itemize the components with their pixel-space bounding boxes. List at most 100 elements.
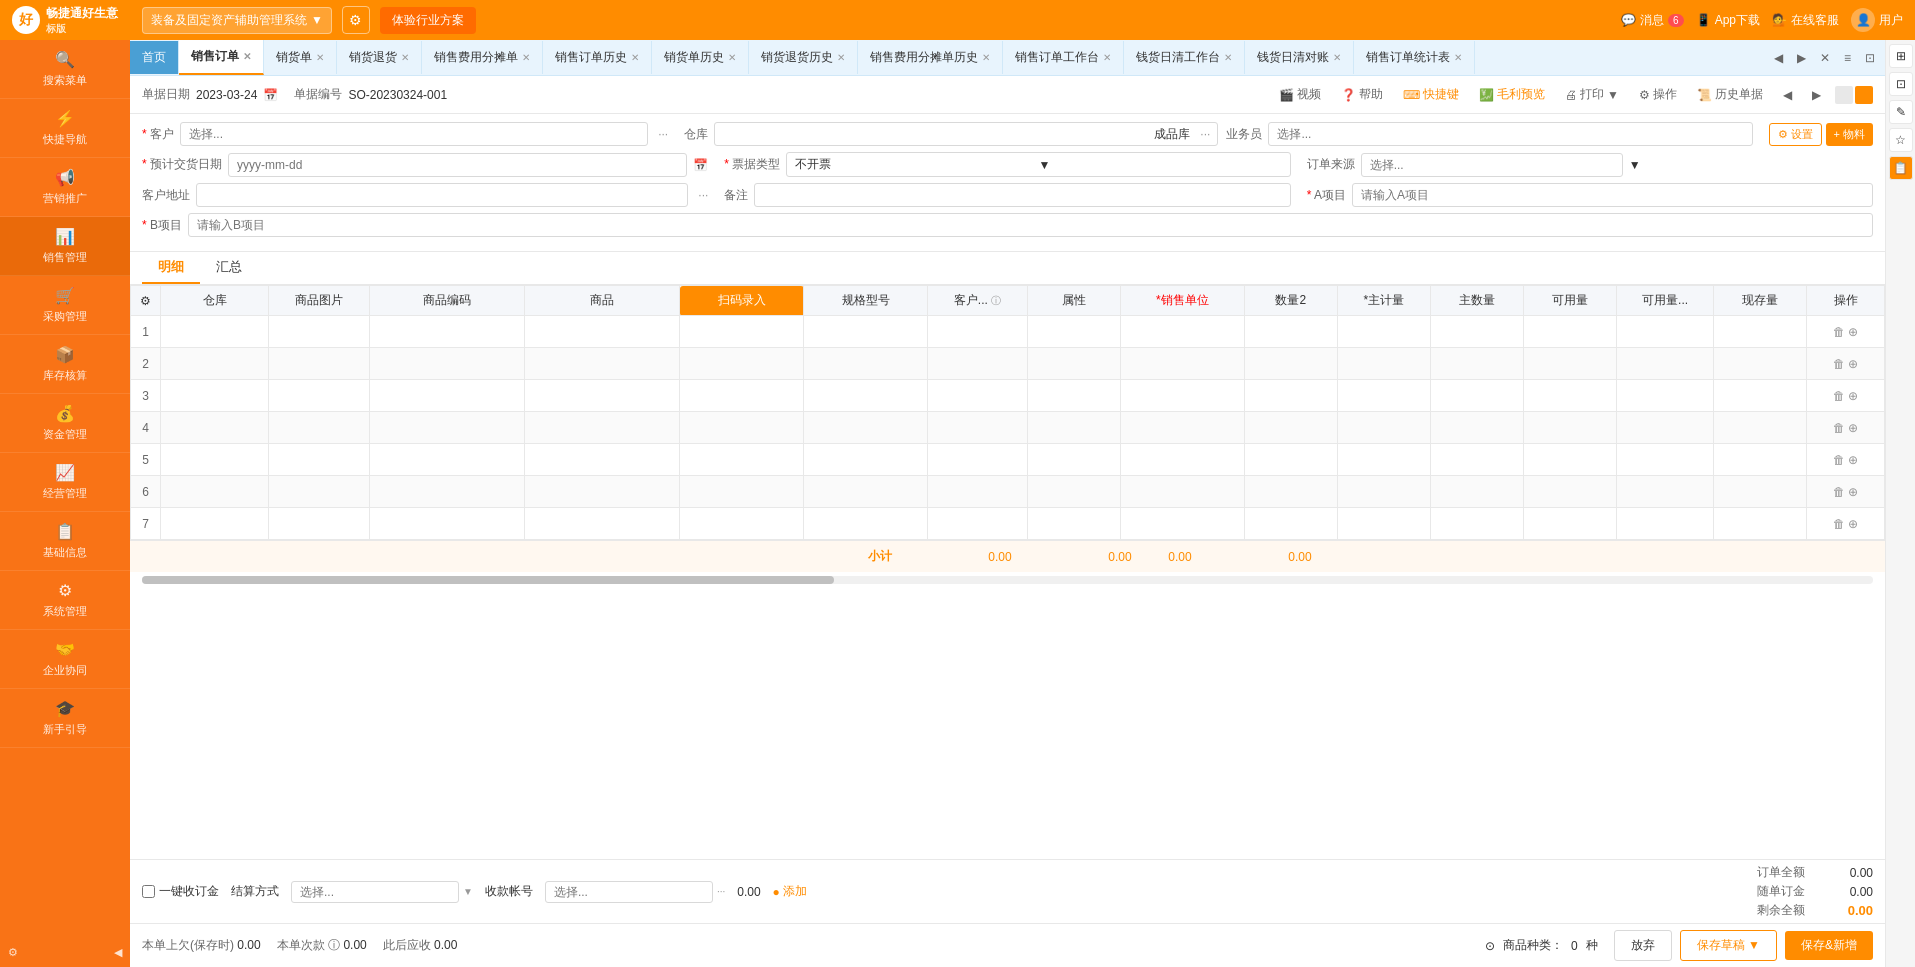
row-scan[interactable] [680, 508, 804, 540]
nav-next-btn[interactable]: ▶ [1806, 86, 1827, 104]
row-main-unit[interactable] [1337, 348, 1430, 380]
tab-close-sales-return-history[interactable]: ✕ [837, 52, 845, 63]
account-input[interactable] [545, 881, 713, 903]
row-available2[interactable] [1616, 476, 1714, 508]
row-attribute[interactable] [1027, 508, 1120, 540]
row-customer-code[interactable] [928, 380, 1028, 412]
row-sales-unit[interactable] [1120, 348, 1244, 380]
row-code[interactable] [370, 412, 525, 444]
row-available[interactable] [1523, 380, 1616, 412]
row-customer-code[interactable] [928, 348, 1028, 380]
row-scan[interactable] [680, 348, 804, 380]
tab-sales-expense-history[interactable]: 销售费用分摊单历史 ✕ [858, 41, 1003, 74]
th-image[interactable]: 商品图片 [269, 286, 370, 316]
row-sales-unit[interactable] [1120, 444, 1244, 476]
row-customer-code[interactable] [928, 444, 1028, 476]
row-stock[interactable] [1714, 508, 1807, 540]
th-attribute[interactable]: 属性 [1027, 286, 1120, 316]
row-image[interactable] [269, 476, 370, 508]
tab-sales-expense[interactable]: 销售费用分摊单 ✕ [422, 41, 543, 74]
row-qty2[interactable] [1244, 476, 1337, 508]
row-product[interactable] [525, 412, 680, 444]
row-attribute[interactable] [1027, 476, 1120, 508]
row-stock[interactable] [1714, 316, 1807, 348]
tab-sales-return-history[interactable]: 销货退货历史 ✕ [749, 41, 858, 74]
th-stock[interactable]: 现存量 [1714, 286, 1807, 316]
salesman-input[interactable] [1268, 122, 1752, 146]
row-image[interactable] [269, 380, 370, 412]
row-attribute[interactable] [1027, 348, 1120, 380]
a-project-input[interactable] [1352, 183, 1873, 207]
b-project-input[interactable] [188, 213, 1873, 237]
sidebar-item-finance[interactable]: 💰 资金管理 [0, 394, 130, 453]
th-product[interactable]: 商品 [525, 286, 680, 316]
row-spec[interactable] [804, 412, 928, 444]
row-copy-btn[interactable]: ⊕ [1848, 389, 1858, 403]
row-main-qty[interactable] [1430, 348, 1523, 380]
sidebar-item-inventory[interactable]: 📦 库存核算 [0, 335, 130, 394]
address-dots[interactable]: ··· [698, 188, 708, 202]
row-scan[interactable] [680, 380, 804, 412]
tab-next-btn[interactable]: ▶ [1791, 51, 1812, 65]
sidebar-item-purchase[interactable]: 🛒 采购管理 [0, 276, 130, 335]
row-spec[interactable] [804, 348, 928, 380]
th-customer-code[interactable]: 客户... ⓘ [928, 286, 1028, 316]
th-icon[interactable]: ⚙ [131, 286, 161, 316]
row-delete-btn[interactable]: 🗑 [1833, 485, 1845, 499]
sidebar-item-guide[interactable]: 🎓 新手引导 [0, 689, 130, 748]
row-sales-unit[interactable] [1120, 316, 1244, 348]
th-spec[interactable]: 规格型号 [804, 286, 928, 316]
row-stock[interactable] [1714, 380, 1807, 412]
account-select[interactable]: ··· [545, 881, 725, 903]
add-material-btn[interactable]: + 物料 [1826, 123, 1873, 146]
tab-close-sales-expense[interactable]: ✕ [522, 52, 530, 63]
row-code[interactable] [370, 348, 525, 380]
tab-close-all-btn[interactable]: ✕ [1814, 51, 1836, 65]
row-delete-btn[interactable]: 🗑 [1833, 453, 1845, 467]
row-available[interactable] [1523, 508, 1616, 540]
row-product[interactable] [525, 348, 680, 380]
right-panel-btn-1[interactable]: ⊞ [1889, 44, 1913, 68]
tab-sales-stats[interactable]: 销售订单统计表 ✕ [1354, 41, 1475, 74]
row-stock[interactable] [1714, 476, 1807, 508]
calendar-icon[interactable]: 📅 [263, 88, 278, 102]
customer-dots[interactable]: ··· [658, 127, 668, 141]
row-customer-code[interactable] [928, 412, 1028, 444]
tab-close-sales-expense-history[interactable]: ✕ [982, 52, 990, 63]
row-product[interactable] [525, 316, 680, 348]
row-warehouse[interactable] [161, 316, 269, 348]
order-source-input[interactable] [1361, 153, 1623, 177]
row-stock[interactable] [1714, 412, 1807, 444]
row-scan[interactable] [680, 476, 804, 508]
th-scan[interactable]: 扫码录入 [680, 286, 804, 316]
tab-close-sales-stats[interactable]: ✕ [1454, 52, 1462, 63]
row-code[interactable] [370, 444, 525, 476]
row-spec[interactable] [804, 316, 928, 348]
warehouse-input[interactable] [714, 122, 1218, 146]
row-warehouse[interactable] [161, 444, 269, 476]
tab-home[interactable]: 首页 [130, 41, 179, 74]
th-available[interactable]: 可用量 [1523, 286, 1616, 316]
remarks-input[interactable] [754, 183, 1290, 207]
row-scan[interactable] [680, 412, 804, 444]
profit-preview-btn[interactable]: 💹 毛利预览 [1473, 84, 1551, 105]
row-qty2[interactable] [1244, 380, 1337, 412]
row-warehouse[interactable] [161, 380, 269, 412]
row-qty2[interactable] [1244, 348, 1337, 380]
row-main-qty[interactable] [1430, 476, 1523, 508]
settings-icon[interactable]: ⚙ [342, 6, 370, 34]
row-image[interactable] [269, 412, 370, 444]
row-main-qty[interactable] [1430, 508, 1523, 540]
right-panel-btn-3[interactable]: ✎ [1889, 100, 1913, 124]
customer-input[interactable] [180, 122, 648, 146]
th-main-unit[interactable]: *主计量 [1337, 286, 1430, 316]
sidebar-item-operations[interactable]: 📈 经营管理 [0, 453, 130, 512]
save-new-btn[interactable]: 保存&新增 [1785, 931, 1873, 960]
row-available[interactable] [1523, 348, 1616, 380]
row-delete-btn[interactable]: 🗑 [1833, 325, 1845, 339]
industry-btn[interactable]: 体验行业方案 [380, 7, 476, 34]
row-attribute[interactable] [1027, 380, 1120, 412]
row-attribute[interactable] [1027, 316, 1120, 348]
tab-summary[interactable]: 汇总 [200, 252, 258, 284]
row-sales-unit[interactable] [1120, 380, 1244, 412]
